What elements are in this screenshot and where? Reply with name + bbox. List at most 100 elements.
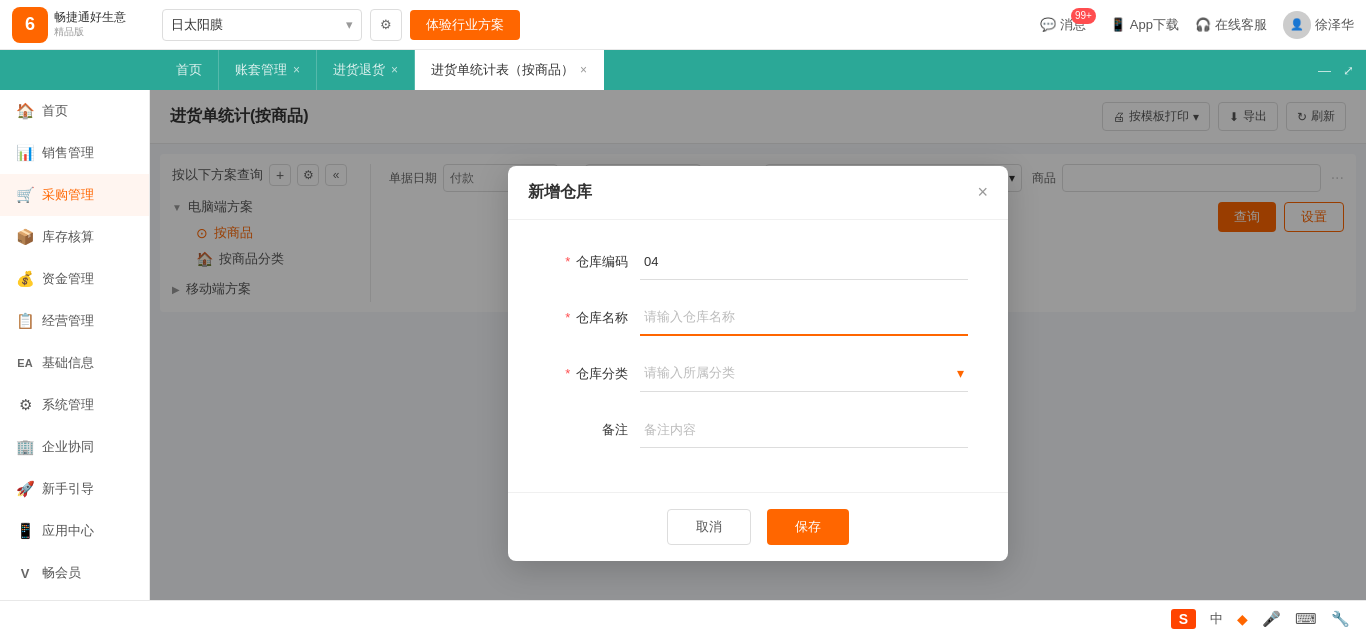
form-row-code: * 仓库编码 — [548, 244, 968, 280]
enterprise-icon: 🏢 — [16, 438, 34, 456]
tab-returns-label: 进货退货 — [333, 61, 385, 79]
tab-controls: — ⤢ — [1306, 59, 1366, 82]
tab-account-label: 账套管理 — [235, 61, 287, 79]
modal-header: 新增仓库 × — [508, 166, 1008, 220]
sidebar-item-basic-info[interactable]: EA 基础信息 — [0, 342, 149, 384]
content-area: 进货单统计(按商品) 🖨 按模板打印 ▾ ⬇ 导出 ↻ 刷新 — [150, 90, 1366, 636]
vip-icon: V — [16, 564, 34, 582]
sidebar-item-system-label: 系统管理 — [42, 396, 94, 414]
form-row-category: * 仓库分类 请输入所属分类 ▾ — [548, 356, 968, 392]
sidebar-item-operations-label: 经营管理 — [42, 312, 94, 330]
required-star-code: * — [565, 254, 570, 269]
sidebar-item-vip[interactable]: V 畅会员 — [0, 552, 149, 594]
sidebar-item-guide[interactable]: 🚀 新手引导 — [0, 468, 149, 510]
inventory-icon: 📦 — [16, 228, 34, 246]
tab-returns-close[interactable]: × — [391, 63, 398, 77]
sidebar-item-inventory[interactable]: 📦 库存核算 — [0, 216, 149, 258]
sidebar-item-finance[interactable]: 💰 资金管理 — [0, 258, 149, 300]
shop-search-box[interactable]: 日太阳膜 ▾ — [162, 9, 362, 41]
modal-overlay: 新增仓库 × * 仓库编码 * — [150, 90, 1366, 636]
app-edition: 精品版 — [54, 25, 126, 39]
sales-icon: 📊 — [16, 144, 34, 162]
message-btn[interactable]: 💬 消息 99+ — [1040, 16, 1086, 34]
tab-returns[interactable]: 进货退货 × — [317, 50, 415, 90]
category-label: * 仓库分类 — [548, 365, 628, 383]
sidebar-item-inventory-label: 库存核算 — [42, 228, 94, 246]
new-warehouse-modal: 新增仓库 × * 仓库编码 * — [508, 166, 1008, 561]
tab-home-label: 首页 — [176, 61, 202, 79]
save-btn[interactable]: 保存 — [767, 509, 849, 545]
remark-input[interactable] — [640, 412, 968, 448]
category-placeholder: 请输入所属分类 — [644, 364, 735, 382]
chinese-input-icon[interactable]: 中 — [1210, 610, 1223, 628]
headset-icon: 🎧 — [1195, 17, 1211, 32]
top-navbar: 6 畅捷通好生意 精品版 日太阳膜 ▾ ⚙ 体验行业方案 💬 消息 99+ 📱 … — [0, 0, 1366, 50]
apps-icon: 📱 — [16, 522, 34, 540]
cancel-btn[interactable]: 取消 — [667, 509, 751, 545]
category-select[interactable]: 请输入所属分类 ▾ — [640, 356, 968, 392]
name-label: * 仓库名称 — [548, 309, 628, 327]
tab-account[interactable]: 账套管理 × — [219, 50, 317, 90]
name-input[interactable] — [640, 300, 968, 336]
tab-stats-close[interactable]: × — [580, 63, 587, 77]
sidebar-item-purchase-label: 采购管理 — [42, 186, 94, 204]
sidebar-item-home[interactable]: 🏠 首页 — [0, 90, 149, 132]
sidebar-item-finance-label: 资金管理 — [42, 270, 94, 288]
trial-button[interactable]: 体验行业方案 — [410, 10, 520, 40]
code-input[interactable] — [640, 244, 968, 280]
tab-bar: 首页 账套管理 × 进货退货 × 进货单统计表（按商品） × — ⤢ — [0, 50, 1366, 90]
sidebar-item-enterprise-label: 企业协同 — [42, 438, 94, 456]
form-row-name: * 仓库名称 — [548, 300, 968, 336]
purchase-icon: 🛒 — [16, 186, 34, 204]
basic-info-icon: EA — [16, 354, 34, 372]
app-download-label: App下载 — [1130, 16, 1179, 34]
required-star-category: * — [565, 366, 570, 381]
shop-search-value: 日太阳膜 — [171, 16, 223, 34]
tab-minimize-btn[interactable]: — — [1314, 59, 1335, 82]
shop-search-arrow: ▾ — [346, 17, 353, 32]
nav-right-area: 💬 消息 99+ 📱 App下载 🎧 在线客服 👤 徐泽华 — [1040, 11, 1354, 39]
settings-btn[interactable]: ⚙ — [370, 9, 402, 41]
nav-search-area: 日太阳膜 ▾ ⚙ 体验行业方案 — [162, 9, 1040, 41]
system-icon: ⚙ — [16, 396, 34, 414]
remark-label: 备注 — [548, 421, 628, 439]
operations-icon: 📋 — [16, 312, 34, 330]
username-label: 徐泽华 — [1315, 16, 1354, 34]
microphone-icon[interactable]: 🎤 — [1262, 610, 1281, 628]
mobile-icon: 📱 — [1110, 17, 1126, 32]
code-label: * 仓库编码 — [548, 253, 628, 271]
sidebar-item-enterprise[interactable]: 🏢 企业协同 — [0, 426, 149, 468]
tools-icon[interactable]: 🔧 — [1331, 610, 1350, 628]
sidebar-item-sales[interactable]: 📊 销售管理 — [0, 132, 149, 174]
user-area[interactable]: 👤 徐泽华 — [1283, 11, 1354, 39]
diamond-icon[interactable]: ◆ — [1237, 611, 1248, 627]
bottom-bar: S 中 ◆ 🎤 ⌨ 🔧 — [0, 600, 1366, 636]
sidebar: 🏠 首页 📊 销售管理 🛒 采购管理 📦 库存核算 💰 资金管理 📋 经营管理 … — [0, 90, 150, 636]
modal-title: 新增仓库 — [528, 182, 592, 203]
modal-footer: 取消 保存 — [508, 492, 1008, 561]
tab-stats[interactable]: 进货单统计表（按商品） × — [415, 50, 604, 90]
app-download-btn[interactable]: 📱 App下载 — [1110, 16, 1179, 34]
app-logo-icon: 6 — [12, 7, 48, 43]
home-icon: 🏠 — [16, 102, 34, 120]
message-icon: 💬 — [1040, 17, 1056, 32]
tab-home[interactable]: 首页 — [160, 50, 219, 90]
message-badge: 99+ — [1071, 8, 1096, 24]
gear-icon: ⚙ — [380, 17, 392, 32]
sidebar-item-apps-label: 应用中心 — [42, 522, 94, 540]
sidebar-item-vip-label: 畅会员 — [42, 564, 81, 582]
tab-account-close[interactable]: × — [293, 63, 300, 77]
tab-expand-btn[interactable]: ⤢ — [1339, 59, 1358, 82]
main-layout: 🏠 首页 📊 销售管理 🛒 采购管理 📦 库存核算 💰 资金管理 📋 经营管理 … — [0, 90, 1366, 636]
sidebar-item-purchase[interactable]: 🛒 采购管理 — [0, 174, 149, 216]
sidebar-item-operations[interactable]: 📋 经营管理 — [0, 300, 149, 342]
online-service-btn[interactable]: 🎧 在线客服 — [1195, 16, 1267, 34]
tab-stats-label: 进货单统计表（按商品） — [431, 61, 574, 79]
modal-close-btn[interactable]: × — [977, 182, 988, 203]
sidebar-item-apps[interactable]: 📱 应用中心 — [0, 510, 149, 552]
keyboard-icon[interactable]: ⌨ — [1295, 610, 1317, 628]
sidebar-item-system[interactable]: ⚙ 系统管理 — [0, 384, 149, 426]
app-name: 畅捷通好生意 — [54, 10, 126, 26]
sogou-icon[interactable]: S — [1171, 609, 1196, 629]
online-service-label: 在线客服 — [1215, 16, 1267, 34]
